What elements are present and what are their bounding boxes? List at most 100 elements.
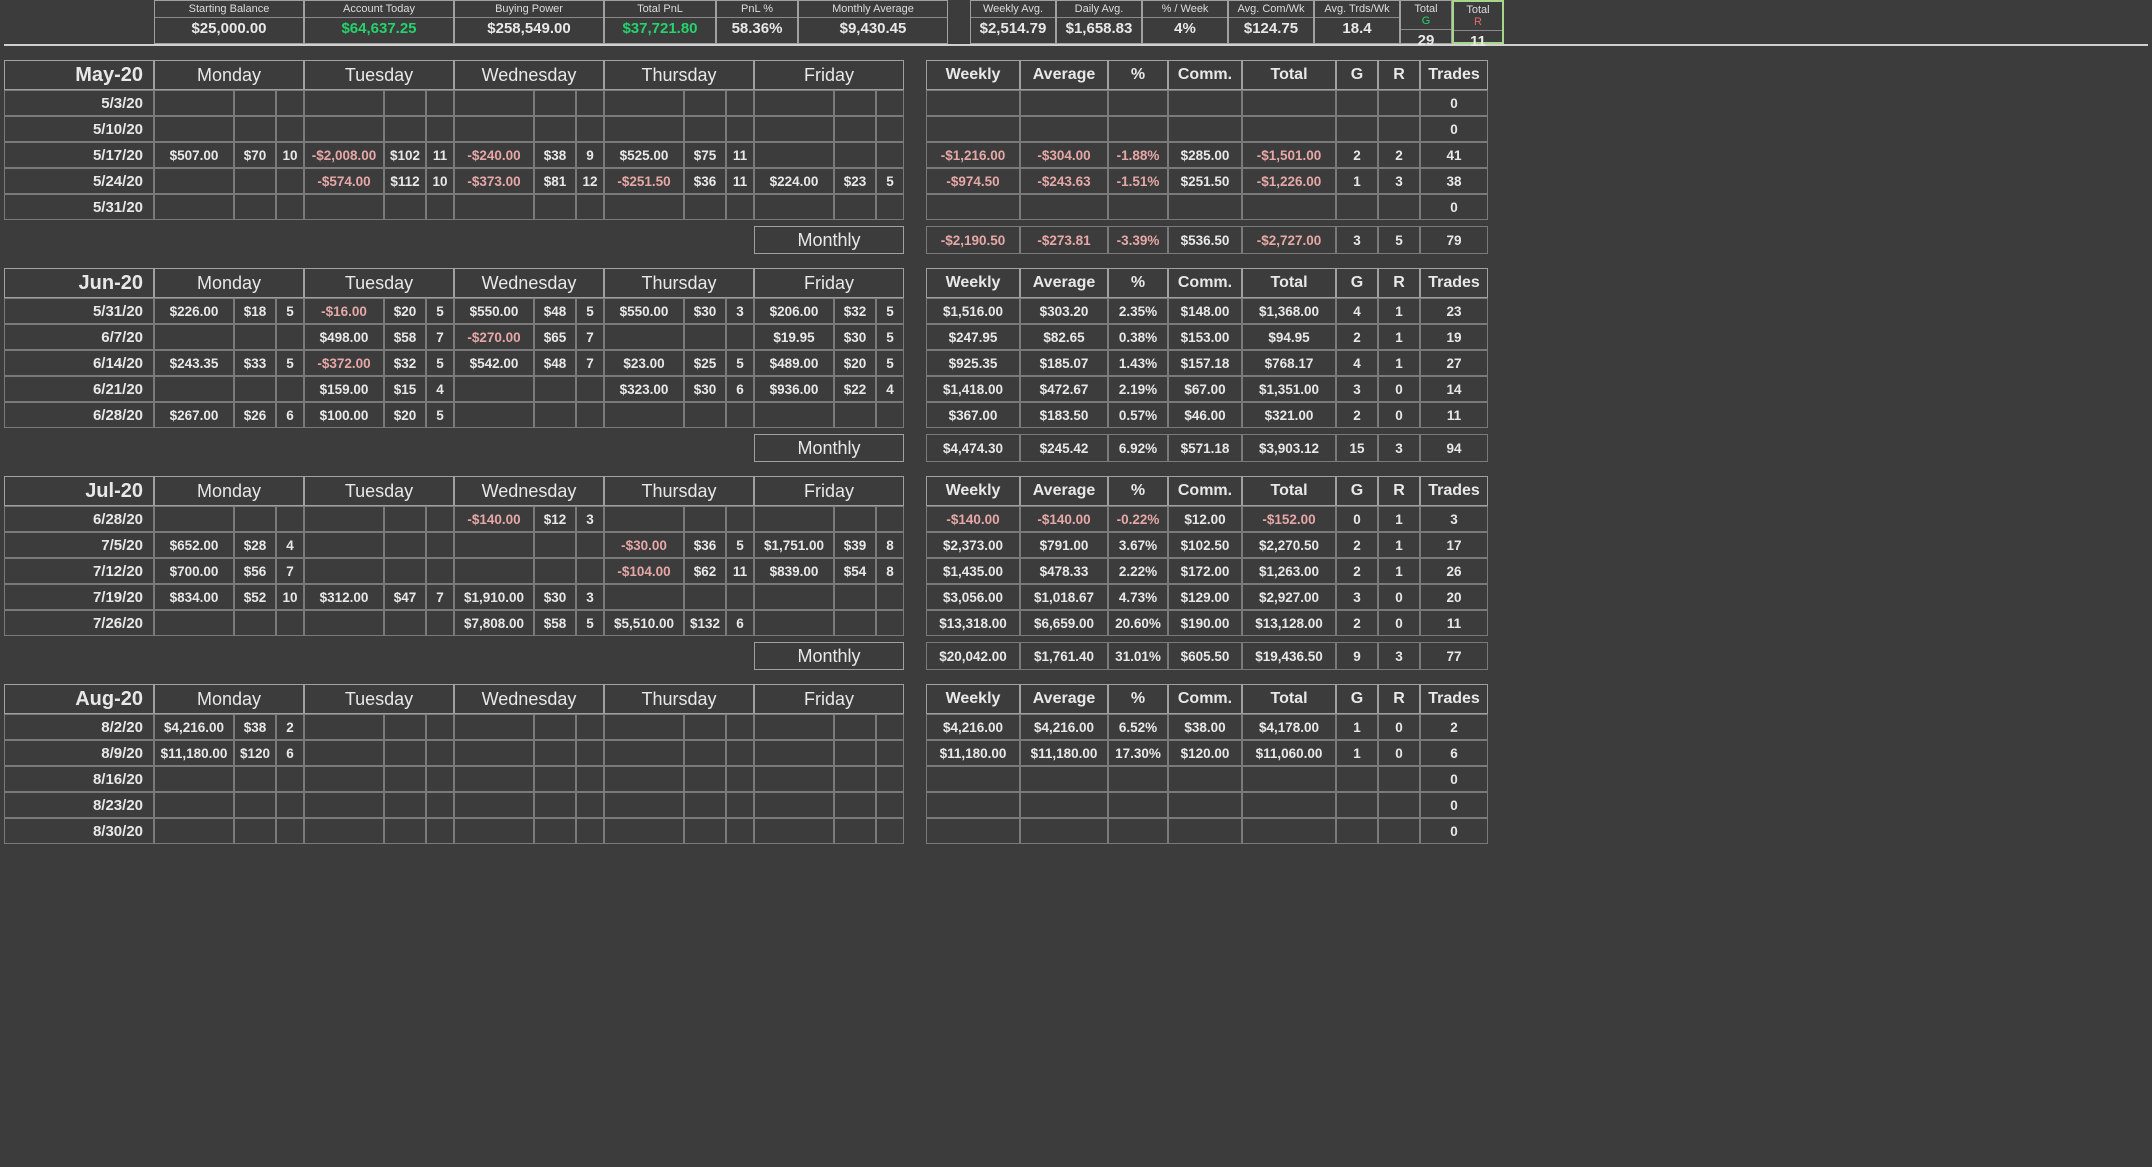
monthly-r[interactable]: 3 — [1378, 642, 1420, 670]
stat-g[interactable]: 3 — [1336, 376, 1378, 402]
day-cell[interactable] — [304, 792, 454, 818]
stat-g[interactable]: 2 — [1336, 142, 1378, 168]
stat-avg[interactable]: -$304.00 — [1020, 142, 1108, 168]
day-header[interactable]: Wednesday — [454, 476, 604, 506]
stat-header[interactable]: % — [1108, 60, 1168, 90]
stat-weekly[interactable] — [926, 818, 1020, 844]
stat-header[interactable]: Average — [1020, 268, 1108, 298]
day-cell[interactable]: $834.00$5210 — [154, 584, 304, 610]
stat-header[interactable]: Total — [1242, 60, 1336, 90]
week-date[interactable]: 6/14/20 — [4, 350, 154, 376]
week-date[interactable]: 6/28/20 — [4, 402, 154, 428]
day-cell[interactable] — [604, 792, 754, 818]
stat-avg[interactable]: -$140.00 — [1020, 506, 1108, 532]
stat-avg[interactable]: $183.50 — [1020, 402, 1108, 428]
stat-avg[interactable]: $11,180.00 — [1020, 740, 1108, 766]
monthly-weekly[interactable]: -$2,190.50 — [926, 226, 1020, 254]
stat-avg[interactable]: -$243.63 — [1020, 168, 1108, 194]
stat-header[interactable]: Weekly — [926, 684, 1020, 714]
monthly-label[interactable]: Monthly — [754, 434, 904, 462]
stat-total[interactable]: -$1,501.00 — [1242, 142, 1336, 168]
monthly-total[interactable]: $19,436.50 — [1242, 642, 1336, 670]
stat-r[interactable] — [1378, 792, 1420, 818]
day-cell[interactable]: -$574.00$11210 — [304, 168, 454, 194]
stat-pct[interactable]: 1.43% — [1108, 350, 1168, 376]
day-header[interactable]: Thursday — [604, 476, 754, 506]
day-cell[interactable] — [154, 194, 304, 220]
day-cell[interactable]: $507.00$7010 — [154, 142, 304, 168]
stat-total[interactable]: $768.17 — [1242, 350, 1336, 376]
day-cell[interactable]: $19.95$305 — [754, 324, 904, 350]
stat-pct[interactable]: 2.19% — [1108, 376, 1168, 402]
day-cell[interactable] — [154, 792, 304, 818]
stat-g[interactable]: 3 — [1336, 584, 1378, 610]
day-cell[interactable] — [604, 766, 754, 792]
day-cell[interactable]: $7,808.00$585 — [454, 610, 604, 636]
week-date[interactable]: 5/31/20 — [4, 194, 154, 220]
monthly-avg[interactable]: $1,761.40 — [1020, 642, 1108, 670]
stat-trades[interactable]: 11 — [1420, 610, 1488, 636]
day-cell[interactable] — [154, 168, 304, 194]
stat-comm[interactable]: $157.18 — [1168, 350, 1242, 376]
stat-avg[interactable]: $4,216.00 — [1020, 714, 1108, 740]
stat-comm[interactable] — [1168, 116, 1242, 142]
stat-trades[interactable]: 3 — [1420, 506, 1488, 532]
day-cell[interactable] — [304, 714, 454, 740]
stat-comm[interactable]: $153.00 — [1168, 324, 1242, 350]
day-cell[interactable]: $498.00$587 — [304, 324, 454, 350]
stat-g[interactable]: 1 — [1336, 714, 1378, 740]
metric-starting_balance[interactable]: Starting Balance$25,000.00 — [154, 0, 304, 44]
week-date[interactable]: 7/26/20 — [4, 610, 154, 636]
day-cell[interactable]: $525.00$7511 — [604, 142, 754, 168]
stat-comm[interactable]: $12.00 — [1168, 506, 1242, 532]
monthly-total[interactable]: $3,903.12 — [1242, 434, 1336, 462]
day-cell[interactable] — [754, 116, 904, 142]
stat-total[interactable]: $4,178.00 — [1242, 714, 1336, 740]
stat-r[interactable]: 1 — [1378, 298, 1420, 324]
stat-total[interactable] — [1242, 90, 1336, 116]
day-cell[interactable]: -$16.00$205 — [304, 298, 454, 324]
stat-weekly[interactable] — [926, 90, 1020, 116]
stat-r[interactable]: 0 — [1378, 402, 1420, 428]
metric-avg_trds_wk[interactable]: Avg. Trds/Wk18.4 — [1314, 0, 1400, 44]
monthly-comm[interactable]: $571.18 — [1168, 434, 1242, 462]
day-cell[interactable] — [454, 558, 604, 584]
stat-comm[interactable]: $285.00 — [1168, 142, 1242, 168]
stat-trades[interactable]: 38 — [1420, 168, 1488, 194]
day-header[interactable]: Friday — [754, 60, 904, 90]
month-name[interactable]: Jul-20 — [4, 476, 154, 506]
stat-total[interactable] — [1242, 116, 1336, 142]
day-cell[interactable] — [604, 194, 754, 220]
week-date[interactable]: 8/9/20 — [4, 740, 154, 766]
stat-avg[interactable]: $6,659.00 — [1020, 610, 1108, 636]
stat-header[interactable]: % — [1108, 476, 1168, 506]
stat-pct[interactable]: 0.38% — [1108, 324, 1168, 350]
day-cell[interactable] — [154, 766, 304, 792]
monthly-g[interactable]: 15 — [1336, 434, 1378, 462]
stat-pct[interactable] — [1108, 116, 1168, 142]
stat-pct[interactable]: -0.22% — [1108, 506, 1168, 532]
stat-g[interactable]: 2 — [1336, 532, 1378, 558]
metric-avg_com_wk[interactable]: Avg. Com/Wk$124.75 — [1228, 0, 1314, 44]
day-cell[interactable]: $550.00$485 — [454, 298, 604, 324]
day-header[interactable]: Monday — [154, 268, 304, 298]
stat-g[interactable]: 2 — [1336, 402, 1378, 428]
day-cell[interactable]: $542.00$487 — [454, 350, 604, 376]
stat-total[interactable]: $1,351.00 — [1242, 376, 1336, 402]
stat-pct[interactable]: 2.35% — [1108, 298, 1168, 324]
day-cell[interactable]: -$240.00$389 — [454, 142, 604, 168]
week-date[interactable]: 5/10/20 — [4, 116, 154, 142]
stat-total[interactable] — [1242, 818, 1336, 844]
metric-buying_power[interactable]: Buying Power$258,549.00 — [454, 0, 604, 44]
stat-avg[interactable]: $82.65 — [1020, 324, 1108, 350]
stat-header[interactable]: Average — [1020, 60, 1108, 90]
stat-header[interactable]: G — [1336, 60, 1378, 90]
day-cell[interactable] — [454, 532, 604, 558]
stat-total[interactable]: $94.95 — [1242, 324, 1336, 350]
stat-weekly[interactable]: -$1,216.00 — [926, 142, 1020, 168]
day-header[interactable]: Monday — [154, 60, 304, 90]
day-cell[interactable]: $839.00$548 — [754, 558, 904, 584]
day-cell[interactable] — [604, 116, 754, 142]
stat-comm[interactable]: $148.00 — [1168, 298, 1242, 324]
stat-g[interactable]: 2 — [1336, 558, 1378, 584]
